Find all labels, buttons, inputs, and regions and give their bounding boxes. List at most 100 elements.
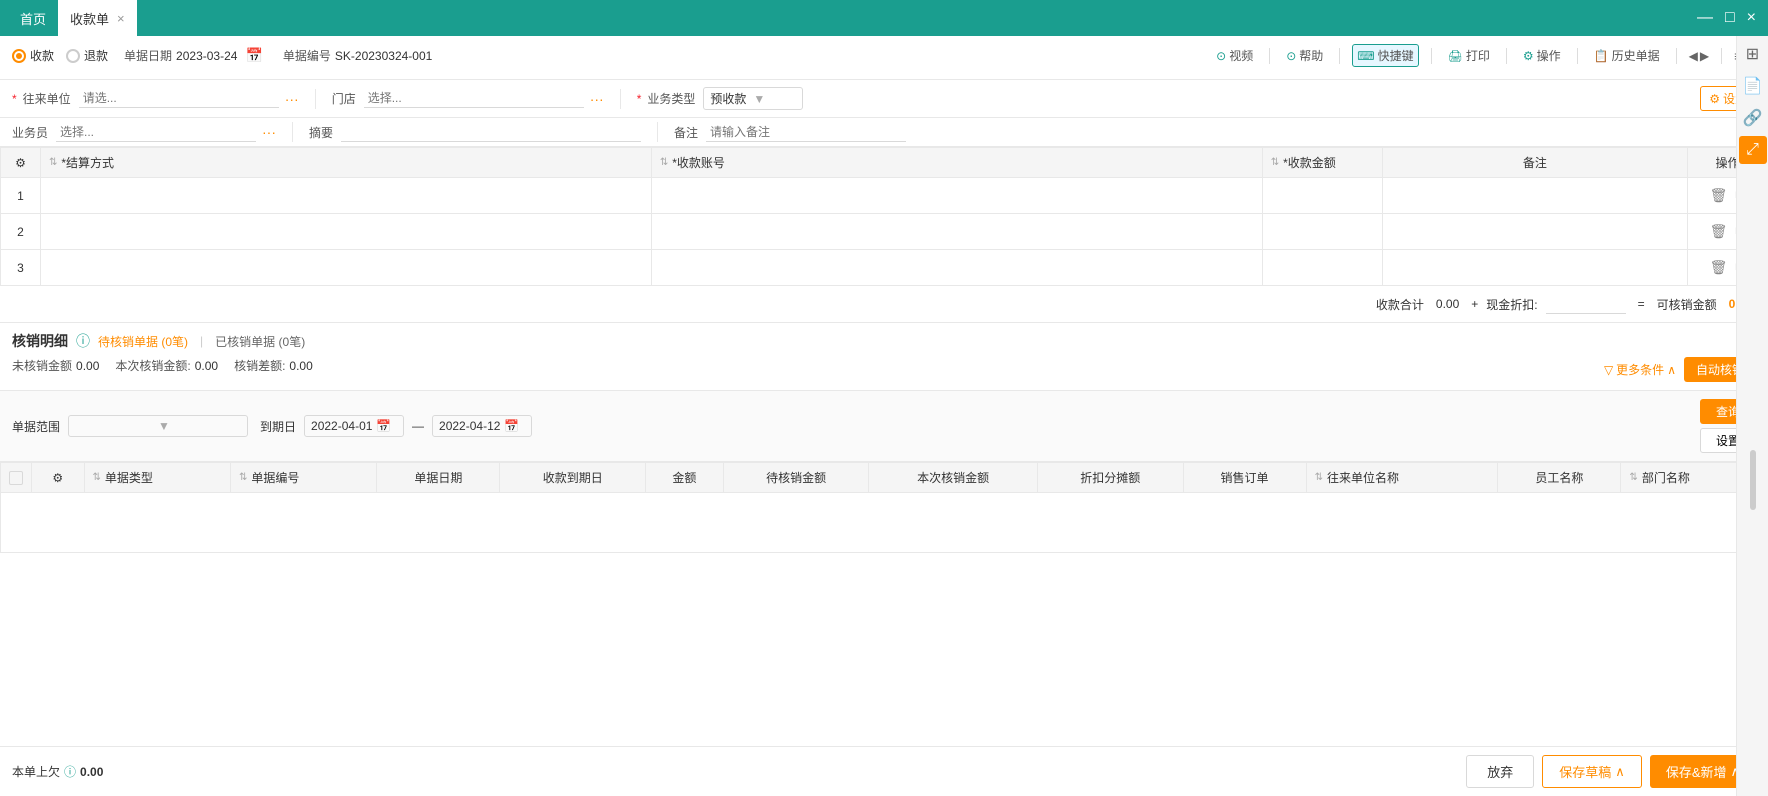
footer-bar: 本单上欠 ⓘ 0.00 放弃 保存草稿 ∧ 保存&新增 ∧ <box>0 746 1768 796</box>
store-input[interactable] <box>364 89 584 108</box>
counterpart-more-icon[interactable]: ··· <box>285 91 299 107</box>
cell-amount[interactable] <box>1262 250 1382 286</box>
current-label: 本次核销金额: <box>115 357 190 374</box>
discount-input[interactable] <box>1546 294 1626 314</box>
due-label: 到期日 <box>260 418 296 435</box>
store-more-icon[interactable]: ··· <box>590 91 604 107</box>
verify-stats-row: 未核销金额 0.00 本次核销金额: 0.00 核销差额: 0.00 ▽ 更多条… <box>12 357 1756 382</box>
cell-no: 2 <box>1 214 41 250</box>
draft-btn[interactable]: 保存草稿 ∧ <box>1542 755 1642 788</box>
receipt-tab[interactable]: 收款单 × <box>58 0 137 36</box>
remarks-field: 备注 <box>674 123 906 142</box>
abandon-btn[interactable]: 放弃 <box>1466 755 1534 788</box>
info-circle-icon: ⓘ <box>64 763 76 780</box>
done-tab-link[interactable]: 已核销单据 (0笔) <box>215 333 305 350</box>
cell-account[interactable] <box>651 214 1262 250</box>
form-row1: 收款 退款 单据日期 2023-03-24 📅 单据编号 SK-20230324… <box>12 44 1756 67</box>
select-all-checkbox[interactable] <box>9 471 23 485</box>
shortcut-btn[interactable]: ⌨ 快捷键 <box>1352 44 1418 67</box>
radio-refund-circle <box>66 49 80 63</box>
delete-icon[interactable]: 🗑 <box>1710 259 1728 276</box>
summary-input[interactable] <box>341 123 641 142</box>
remarks-label: 备注 <box>674 124 698 141</box>
date-value[interactable]: 2023-03-24 <box>176 49 237 63</box>
th-settings-bottom[interactable]: ⚙ <box>32 463 85 493</box>
cell-account[interactable] <box>651 250 1262 286</box>
table-row-empty <box>1 493 1768 553</box>
th-current-verify: 本次核销金额 <box>869 463 1037 493</box>
th-checkbox <box>1 463 32 493</box>
th-settings[interactable]: ⚙ <box>1 148 41 178</box>
operation-btn[interactable]: ⚙ 操作 <box>1519 45 1565 66</box>
pending-tab-link[interactable]: 待核销单据 (0笔) <box>98 333 188 350</box>
prev-arrow[interactable]: ◀ <box>1689 49 1698 63</box>
print-icon: 🖨 <box>1448 49 1463 63</box>
cell-note[interactable] <box>1382 178 1687 214</box>
top-nav: 首页 收款单 × — □ × <box>0 0 1768 36</box>
filter-row: 单据范围 ▼ 到期日 2022-04-01 📅 — 2022-04-12 📅 查… <box>0 391 1768 462</box>
window-min-icon[interactable]: — <box>1693 9 1717 27</box>
cell-settle[interactable] <box>41 178 652 214</box>
video-label: 视频 <box>1229 47 1253 64</box>
delete-icon[interactable]: 🗑 <box>1710 223 1728 240</box>
info-icon[interactable]: ⓘ <box>76 331 90 351</box>
more-conditions-btn[interactable]: ▽ 更多条件 ∧ <box>1604 361 1676 378</box>
store-field: 门店 ··· <box>332 89 604 108</box>
gear-icon: ⚙ <box>1709 92 1720 106</box>
cell-amount[interactable] <box>1262 214 1382 250</box>
cell-settle[interactable] <box>41 214 652 250</box>
calendar-icon[interactable]: 📅 <box>245 47 262 64</box>
due-date-end[interactable]: 2022-04-12 📅 <box>432 415 532 437</box>
sidebar-expand-icon[interactable]: ⤢ <box>1739 136 1767 164</box>
radio-receipt-circle <box>12 49 26 63</box>
biz-type-select[interactable]: 预收款 ▼ <box>703 87 803 110</box>
cell-account[interactable] <box>651 178 1262 214</box>
req-marker: * <box>12 92 17 106</box>
history-icon: 📋 <box>1594 49 1609 63</box>
window-max-icon[interactable]: □ <box>1721 9 1739 27</box>
diff-value: 0.00 <box>289 359 312 373</box>
due-date-field: 到期日 2022-04-01 📅 — 2022-04-12 📅 <box>260 415 532 437</box>
sidebar-doc-icon[interactable]: 📄 <box>1739 72 1767 100</box>
due-date-start[interactable]: 2022-04-01 📅 <box>304 415 404 437</box>
remarks-input[interactable] <box>706 123 906 142</box>
table-gear-icon[interactable]: ⚙ <box>15 156 26 170</box>
help-btn[interactable]: ⊙ 帮助 <box>1282 45 1327 66</box>
delete-icon[interactable]: 🗑 <box>1710 187 1728 204</box>
home-tab[interactable]: 首页 <box>8 9 58 28</box>
th-discount: 折扣分摊额 <box>1037 463 1183 493</box>
cell-settle[interactable] <box>41 250 652 286</box>
counterpart-field: * 往来单位 ··· <box>12 89 299 108</box>
radio-refund-label: 退款 <box>84 47 108 64</box>
main-container: 收款 退款 单据日期 2023-03-24 📅 单据编号 SK-20230324… <box>0 36 1768 796</box>
help-label: 帮助 <box>1299 47 1323 64</box>
history-btn[interactable]: 📋 历史单据 <box>1590 45 1664 66</box>
tab-close-icon[interactable]: × <box>117 11 125 26</box>
sidebar-table-icon[interactable]: ⊞ <box>1739 40 1767 68</box>
th-amount: ⇅ *收款金额 <box>1262 148 1382 178</box>
th-due-date: 收款到期日 <box>500 463 646 493</box>
radio-refund[interactable]: 退款 <box>66 47 108 64</box>
range-select[interactable]: ▼ <box>68 415 248 437</box>
cell-note[interactable] <box>1382 250 1687 286</box>
scrollbar-area <box>1750 168 1756 792</box>
cell-note[interactable] <box>1382 214 1687 250</box>
net-label: 可核销金额 <box>1657 296 1717 313</box>
salesperson-more-icon[interactable]: ··· <box>262 124 276 140</box>
th-counterpart-name: ⇅往来单位名称 <box>1306 463 1498 493</box>
video-btn[interactable]: ⊙ 视频 <box>1212 45 1257 66</box>
sidebar-link-icon[interactable]: 🔗 <box>1739 104 1767 132</box>
print-btn[interactable]: 🖨 打印 <box>1444 45 1494 66</box>
cell-amount[interactable] <box>1262 178 1382 214</box>
salesperson-input[interactable] <box>56 123 256 142</box>
nav-arrows: ◀ ▶ <box>1689 49 1709 63</box>
range-dropdown-icon: ▼ <box>158 419 241 433</box>
scrollbar-thumb[interactable] <box>1750 450 1756 510</box>
filter-icon: ▽ <box>1604 363 1613 377</box>
next-arrow[interactable]: ▶ <box>1700 49 1709 63</box>
current-value: 0.00 <box>195 359 218 373</box>
window-close-icon[interactable]: × <box>1743 9 1760 27</box>
counterpart-input[interactable] <box>79 89 279 108</box>
radio-receipt[interactable]: 收款 <box>12 47 54 64</box>
done-label: 已核销单据 <box>215 335 275 349</box>
